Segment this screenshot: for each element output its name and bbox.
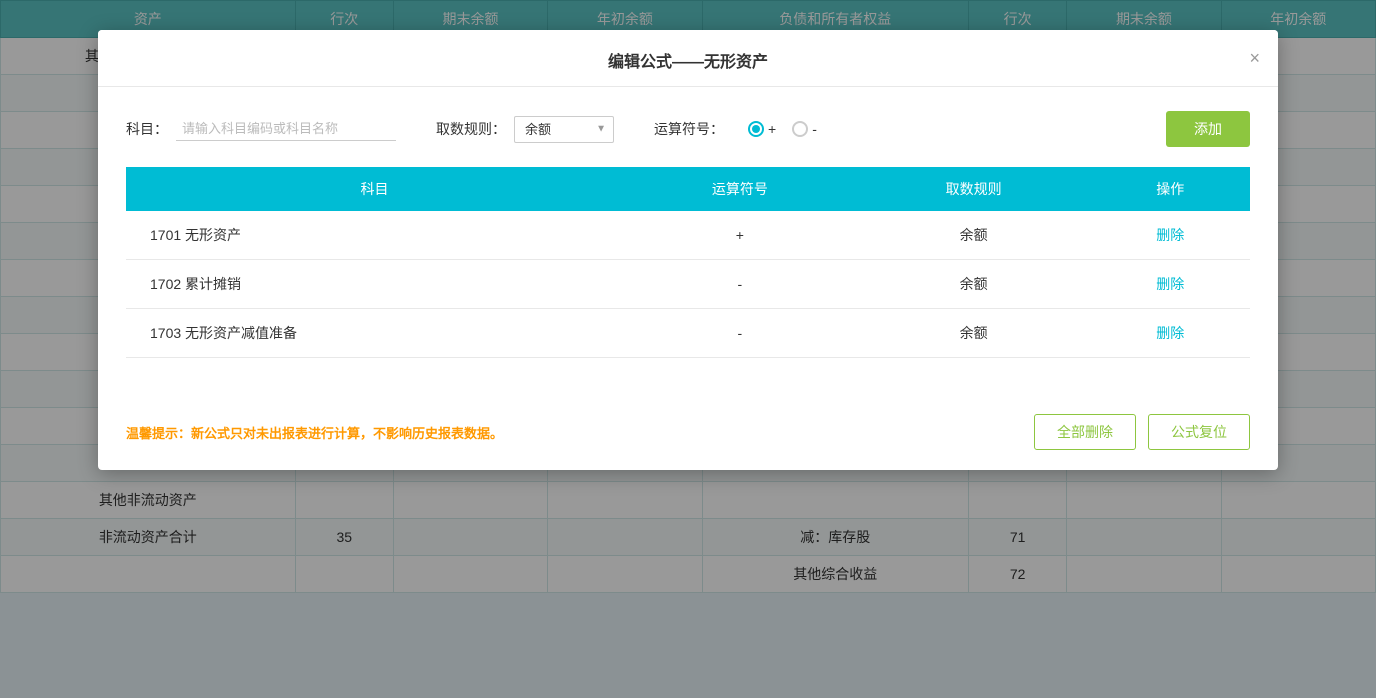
tip-text: 新公式只对未出报表进行计算，不影响历史报表数据。 bbox=[191, 426, 503, 441]
operator-group: 运算符号： + - bbox=[654, 119, 817, 139]
delete-row-button[interactable]: 删除 bbox=[1156, 225, 1184, 245]
formula-table: 科目运算符号取数规则操作 1701 无形资产+余额删除1702 累计摊销-余额删… bbox=[126, 167, 1250, 358]
cell-action: 删除 bbox=[1091, 260, 1250, 309]
rule-section: 取数规则： 余额 借方 贷方 借方累计 贷方累计 ▼ bbox=[436, 116, 614, 143]
cell-action: 删除 bbox=[1091, 309, 1250, 358]
tip-prefix: 温馨提示： bbox=[126, 426, 191, 441]
delete-row-button[interactable]: 删除 bbox=[1156, 274, 1184, 294]
operator-minus-label: - bbox=[812, 121, 817, 137]
cell-operator: + bbox=[623, 211, 857, 260]
close-button[interactable]: × bbox=[1249, 49, 1260, 67]
cell-action: 删除 bbox=[1091, 211, 1250, 260]
cell-operator: - bbox=[623, 309, 857, 358]
table-row: 1702 累计摊销-余额 删除 bbox=[126, 260, 1250, 309]
reset-formula-button[interactable]: 公式复位 bbox=[1148, 414, 1250, 450]
operator-plus-radio[interactable]: + bbox=[748, 121, 776, 137]
subject-input[interactable] bbox=[176, 117, 396, 141]
operator-minus-radio[interactable]: - bbox=[792, 121, 817, 137]
cell-subject: 1702 累计摊销 bbox=[126, 260, 623, 309]
rule-select[interactable]: 余额 借方 贷方 借方累计 贷方累计 bbox=[514, 116, 614, 143]
cell-operator: - bbox=[623, 260, 857, 309]
delete-all-button[interactable]: 全部删除 bbox=[1034, 414, 1136, 450]
form-row: 科目： 取数规则： 余额 借方 贷方 借方累计 贷方累计 ▼ bbox=[126, 111, 1250, 147]
operator-label: 运算符号： bbox=[654, 119, 724, 139]
footer-tip: 温馨提示：新公式只对未出报表进行计算，不影响历史报表数据。 bbox=[126, 423, 503, 442]
cell-rule: 余额 bbox=[857, 309, 1091, 358]
radio-minus-circle bbox=[792, 121, 808, 137]
footer-actions: 全部删除 公式复位 bbox=[1034, 414, 1250, 450]
table-col-header: 运算符号 bbox=[623, 167, 857, 211]
rule-label: 取数规则： bbox=[436, 119, 506, 139]
delete-row-button[interactable]: 删除 bbox=[1156, 323, 1184, 343]
table-col-header: 操作 bbox=[1091, 167, 1250, 211]
subject-label: 科目： bbox=[126, 119, 168, 139]
modal-footer: 温馨提示：新公式只对未出报表进行计算，不影响历史报表数据。 全部删除 公式复位 bbox=[98, 398, 1278, 470]
modal-body: 科目： 取数规则： 余额 借方 贷方 借方累计 贷方累计 ▼ bbox=[98, 87, 1278, 398]
table-row: 1701 无形资产+余额 删除 bbox=[126, 211, 1250, 260]
operator-plus-label: + bbox=[768, 121, 776, 137]
table-col-header: 科目 bbox=[126, 167, 623, 211]
table-col-header: 取数规则 bbox=[857, 167, 1091, 211]
cell-subject: 1701 无形资产 bbox=[126, 211, 623, 260]
table-row: 1703 无形资产减值准备-余额 删除 bbox=[126, 309, 1250, 358]
cell-rule: 余额 bbox=[857, 211, 1091, 260]
add-button[interactable]: 添加 bbox=[1166, 111, 1250, 147]
edit-formula-modal: 编辑公式——无形资产 × 科目： 取数规则： 余额 借方 贷方 借方累计 bbox=[98, 30, 1278, 470]
cell-rule: 余额 bbox=[857, 260, 1091, 309]
modal-header: 编辑公式——无形资产 × bbox=[98, 30, 1278, 87]
cell-subject: 1703 无形资产减值准备 bbox=[126, 309, 623, 358]
rule-select-wrapper[interactable]: 余额 借方 贷方 借方累计 贷方累计 ▼ bbox=[514, 116, 614, 143]
radio-plus-circle bbox=[748, 121, 764, 137]
modal-overlay: 编辑公式——无形资产 × 科目： 取数规则： 余额 借方 贷方 借方累计 bbox=[0, 0, 1376, 698]
modal-title: 编辑公式——无形资产 bbox=[608, 48, 768, 72]
